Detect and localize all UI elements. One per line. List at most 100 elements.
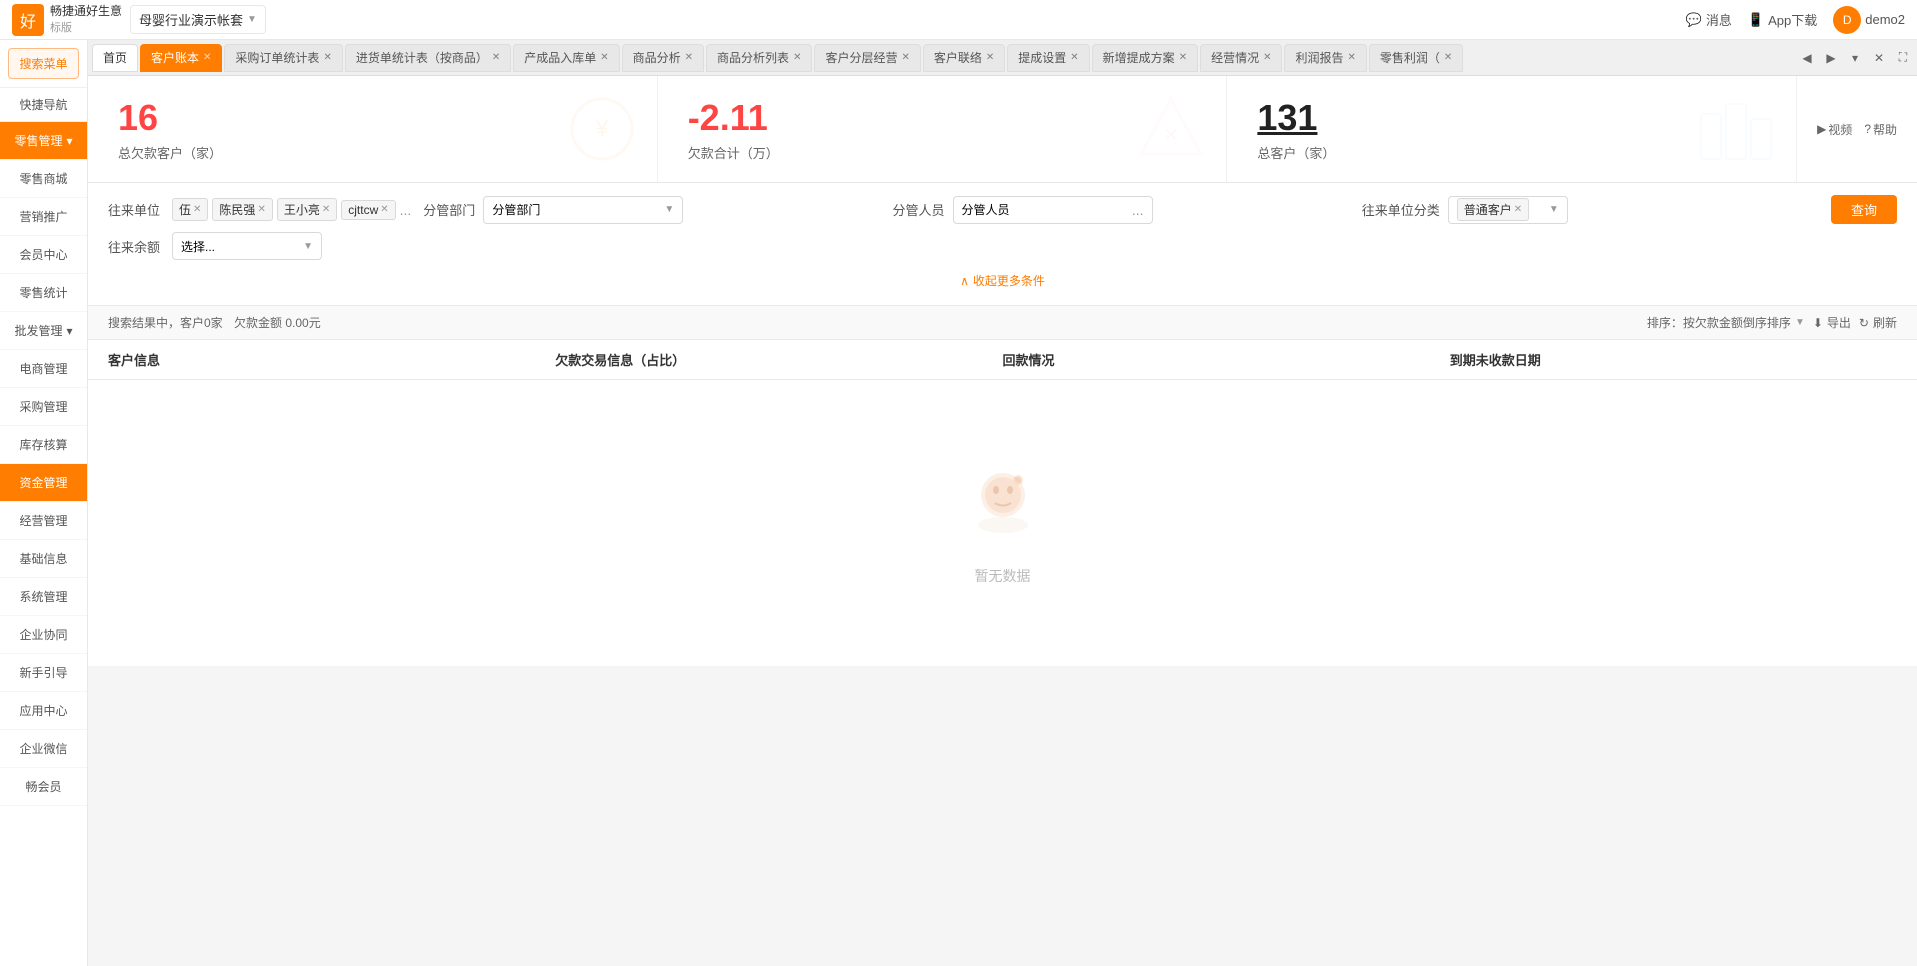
collapse-button[interactable]: ∧ 收起更多条件 [108, 268, 1897, 293]
sidebar-item-vip-member[interactable]: 畅会员 [0, 768, 87, 806]
sidebar-item-retail-mgmt[interactable]: 零售管理 ▾ [0, 122, 87, 160]
tab-product-analysis-list[interactable]: 商品分析列表 ✕ [706, 44, 812, 72]
category-select[interactable]: 普通客户 ✕ ▼ [1448, 196, 1568, 224]
retail-mgmt-label: 零售管理 ▾ [8, 132, 79, 149]
tab-purchase-stats[interactable]: 采购订单统计表 ✕ [224, 44, 342, 72]
sidebar-item-enterprise-wechat[interactable]: 企业微信 [0, 730, 87, 768]
dept-placeholder: 分管部门 [492, 201, 540, 218]
tab-home-label: 首页 [103, 49, 127, 66]
sidebar-item-ecommerce[interactable]: 电商管理 [0, 350, 87, 388]
sidebar-item-wholesale-mgmt[interactable]: 批发管理 ▾ [0, 312, 87, 350]
tag-cjttcw-close[interactable]: ✕ [380, 204, 388, 215]
tab-customer-contact-label: 客户联络 [934, 49, 982, 66]
tab-profit-report[interactable]: 利润报告 ✕ [1284, 44, 1366, 72]
person-select[interactable]: 分管人员 ... [953, 196, 1153, 224]
chevron-icon: ▾ [66, 134, 72, 148]
query-button[interactable]: 查询 [1831, 195, 1897, 224]
dept-chevron-icon: ▼ [664, 204, 674, 215]
message-icon: 💬 [1686, 12, 1702, 28]
sidebar-item-enterprise-collab[interactable]: 企业协同 [0, 616, 87, 654]
user-menu[interactable]: D demo2 [1833, 6, 1905, 34]
tab-close-icon[interactable]: ✕ [986, 52, 994, 63]
sidebar-item-inventory[interactable]: 库存核算 [0, 426, 87, 464]
tab-maximize-button[interactable]: ⛶ [1893, 48, 1913, 68]
tag-cjttcw-label: cjttcw [348, 203, 378, 217]
dept-select[interactable]: 分管部门 ▼ [483, 196, 683, 224]
tag-wu-close[interactable]: ✕ [193, 204, 201, 215]
refresh-button[interactable]: ↻ 刷新 [1859, 314, 1897, 331]
sidebar-item-purchase-mgmt[interactable]: 采购管理 [0, 388, 87, 426]
logo-area: 好 畅捷通好生意 标版 [12, 4, 122, 36]
tab-operation-status[interactable]: 经营情况 ✕ [1200, 44, 1282, 72]
quick-nav-button[interactable]: 快捷导航 [0, 88, 87, 122]
sidebar-item-basic-info[interactable]: 基础信息 [0, 540, 87, 578]
col-customer-info: 客户信息 [108, 350, 555, 369]
sidebar-item-app-center[interactable]: 应用中心 [0, 692, 87, 730]
tab-close-icon[interactable]: ✕ [1070, 52, 1078, 63]
search-menu-button[interactable]: 搜索菜单 [8, 48, 79, 79]
chevron-down-icon: ▼ [247, 14, 257, 25]
sidebar-item-retail-shop[interactable]: 零售商城 [0, 160, 87, 198]
download-icon: 📱 [1748, 12, 1764, 28]
tab-menu-button[interactable]: ▾ [1845, 48, 1865, 68]
tab-close-icon[interactable]: ✕ [600, 52, 608, 63]
sidebar-item-new-guide[interactable]: 新手引导 [0, 654, 87, 692]
video-button[interactable]: ▶ 视频 [1817, 121, 1852, 138]
tab-retail-profit[interactable]: 零售利润（ ✕ [1369, 44, 1463, 72]
messages-button[interactable]: 💬 消息 [1686, 10, 1732, 29]
store-selector[interactable]: 母婴行业演示帐套 ▼ [130, 5, 266, 34]
results-bar: 搜索结果中，客户0家 欠款金额 0.00元 排序：按欠款金额倒序排序 ▼ ⬇ 导… [88, 306, 1917, 340]
tab-close-icon[interactable]: ✕ [323, 52, 331, 63]
app-download-button[interactable]: 📱 App下载 [1748, 10, 1817, 29]
tab-home[interactable]: 首页 [92, 44, 138, 72]
sidebar-item-member-center[interactable]: 会员中心 [0, 236, 87, 274]
tab-product-analysis[interactable]: 商品分析 ✕ [622, 44, 704, 72]
tab-scroll-right[interactable]: ▶ [1821, 48, 1841, 68]
sidebar-item-finance-mgmt[interactable]: 资金管理 [0, 464, 87, 502]
tab-close-icon[interactable]: ✕ [1263, 52, 1271, 63]
logo-icon: 好 [12, 4, 44, 36]
tab-promo-settings[interactable]: 提成设置 ✕ [1007, 44, 1089, 72]
tag-chen-close[interactable]: ✕ [257, 204, 265, 215]
tab-close-icon[interactable]: ✕ [1348, 52, 1356, 63]
export-button[interactable]: ⬇ 导出 [1813, 314, 1851, 331]
tab-close-icon[interactable]: ✕ [492, 52, 500, 63]
sidebar-item-operations[interactable]: 经营管理 [0, 502, 87, 540]
tab-scroll-left[interactable]: ◀ [1797, 48, 1817, 68]
content-area: 首页 客户账本 ✕ 采购订单统计表 ✕ 进货单统计表（按商品） ✕ 产成品入库单… [88, 40, 1917, 966]
tab-product-stock[interactable]: 产成品入库单 ✕ [513, 44, 619, 72]
sort-label: 排序：按欠款金额倒序排序 [1647, 314, 1791, 331]
tab-operation-status-label: 经营情况 [1211, 49, 1259, 66]
tab-inventory-stats[interactable]: 进货单统计表（按商品） ✕ [345, 44, 511, 72]
sort-selector[interactable]: 排序：按欠款金额倒序排序 ▼ [1647, 314, 1805, 331]
help-button[interactable]: ? 帮助 [1864, 121, 1897, 138]
play-icon: ▶ [1817, 122, 1826, 136]
tab-customer-tier[interactable]: 客户分层经营 ✕ [814, 44, 920, 72]
tag-wang-label: 王小亮 [284, 201, 320, 218]
sidebar-item-marketing[interactable]: 营销推广 [0, 198, 87, 236]
tab-customer-contact[interactable]: 客户联络 ✕ [923, 44, 1005, 72]
tab-close-icon[interactable]: ✕ [685, 52, 693, 63]
tab-customer-accounts[interactable]: 客户账本 ✕ [140, 44, 222, 72]
tab-close-icon[interactable]: ✕ [793, 52, 801, 63]
tab-close-icon[interactable]: ✕ [901, 52, 909, 63]
balance-select[interactable]: 选择... ▼ [172, 232, 322, 260]
unit-filter-more[interactable]: ... [400, 202, 412, 218]
sidebar-item-retail-stats[interactable]: 零售统计 [0, 274, 87, 312]
tab-new-promo[interactable]: 新增提成方案 ✕ [1092, 44, 1198, 72]
tag-wang-close[interactable]: ✕ [322, 204, 330, 215]
tab-close-icon[interactable]: ✕ [1179, 52, 1187, 63]
tab-close-icon[interactable]: ✕ [203, 52, 211, 63]
category-tag-close[interactable]: ✕ [1514, 204, 1522, 215]
empty-text: 暂无数据 [975, 566, 1031, 586]
dept-label: 分管部门 [423, 200, 475, 219]
balance-chevron-icon: ▼ [303, 241, 313, 252]
category-tag: 普通客户 ✕ [1457, 198, 1529, 221]
unit-filter-label: 往来单位 [108, 200, 160, 219]
tab-profit-report-label: 利润报告 [1295, 49, 1343, 66]
sidebar-item-system-mgmt[interactable]: 系统管理 [0, 578, 87, 616]
tab-close-all-button[interactable]: ✕ [1869, 48, 1889, 68]
stat-value-amount: -2.11 [688, 96, 768, 139]
person-filter-more[interactable]: ... [1132, 202, 1144, 218]
tab-close-icon[interactable]: ✕ [1444, 52, 1452, 63]
